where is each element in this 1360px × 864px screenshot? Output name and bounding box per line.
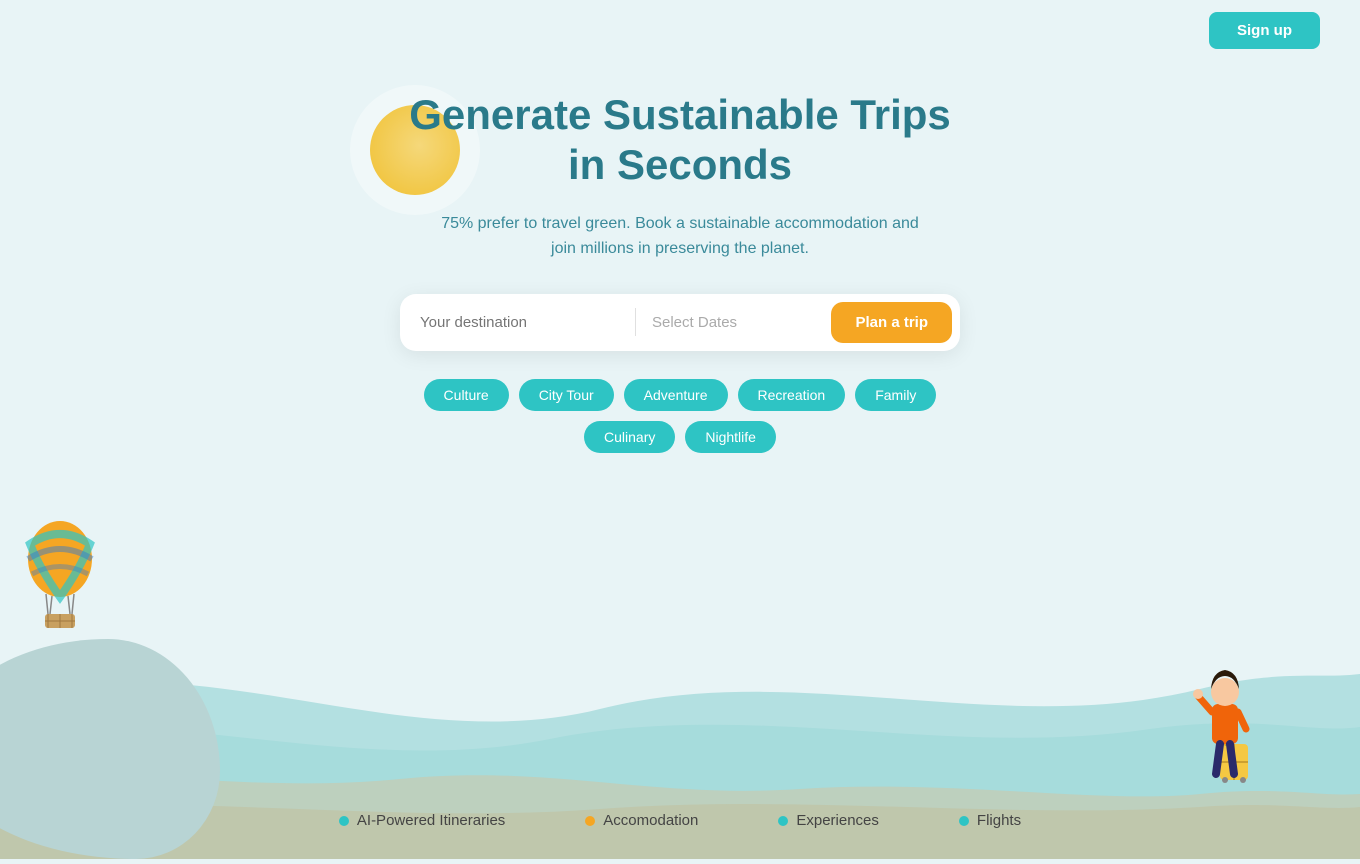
plan-trip-button[interactable]: Plan a trip	[831, 302, 952, 343]
footer-item-label: Flights	[977, 812, 1021, 829]
navbar: Sign up	[0, 0, 1360, 60]
search-bar: Select Dates Plan a trip	[400, 294, 960, 351]
tag-family[interactable]: Family	[855, 379, 936, 411]
tag-adventure[interactable]: Adventure	[624, 379, 728, 411]
footer-strip: AI-Powered Itineraries Accomodation Experi…	[0, 812, 1360, 829]
hot-air-balloon	[20, 514, 100, 639]
footer-dot	[959, 816, 969, 826]
footer-item: Accomodation	[585, 812, 698, 829]
traveler-figure	[1190, 634, 1260, 799]
tag-city-tour[interactable]: City Tour	[519, 379, 614, 411]
footer-dot	[585, 816, 595, 826]
footer-item-label: Accomodation	[603, 812, 698, 829]
tags-row-1: Culture City Tour Adventure Recreation Famil…	[424, 379, 937, 411]
tag-culture[interactable]: Culture	[424, 379, 509, 411]
tag-culinary[interactable]: Culinary	[584, 421, 675, 453]
footer-item: Experiences	[778, 812, 879, 829]
footer-dot	[339, 816, 349, 826]
footer-item: Flights	[959, 812, 1021, 829]
footer-item-label: AI-Powered Itineraries	[357, 812, 505, 829]
footer-item: AI-Powered Itineraries	[339, 812, 505, 829]
dates-selector[interactable]: Select Dates	[652, 314, 831, 331]
tags-row-2: Culinary Nightlife	[584, 421, 776, 453]
tag-nightlife[interactable]: Nightlife	[685, 421, 776, 453]
footer-item-label: Experiences	[796, 812, 879, 829]
hero-section: Generate Sustainable Trips in Seconds 75…	[0, 60, 1360, 453]
destination-input[interactable]	[420, 314, 619, 331]
footer-dot	[778, 816, 788, 826]
tag-recreation[interactable]: Recreation	[738, 379, 846, 411]
signup-button[interactable]: Sign up	[1209, 12, 1320, 49]
search-divider	[635, 308, 636, 336]
hero-subtitle: 75% prefer to travel green. Book a susta…	[440, 211, 920, 262]
hero-title: Generate Sustainable Trips in Seconds	[409, 90, 951, 191]
